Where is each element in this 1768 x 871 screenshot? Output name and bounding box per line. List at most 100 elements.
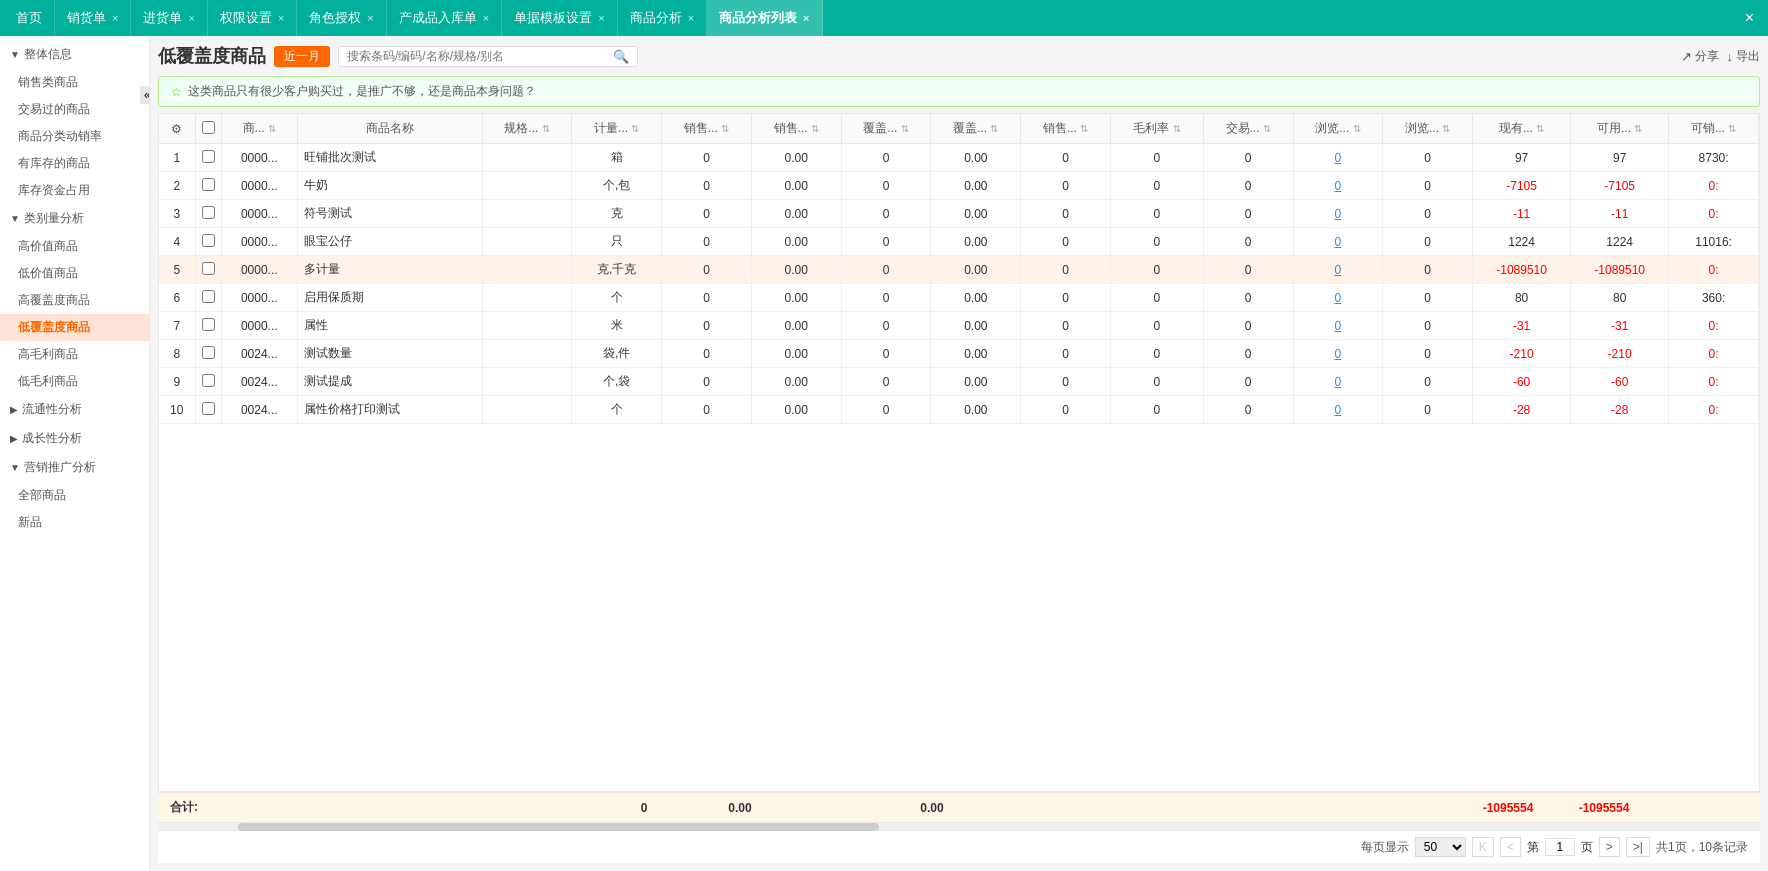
sidebar-item-low-coverage[interactable]: 低覆盖度商品 (0, 314, 149, 341)
row-browse1[interactable]: 0 (1293, 396, 1383, 424)
row-checkbox[interactable] (202, 318, 215, 331)
nav-tab-product-entry[interactable]: 产成品入库单 × (387, 0, 502, 36)
nav-tab-analysis-list[interactable]: 商品分析列表 × (707, 0, 822, 36)
prev-page-button[interactable]: < (1500, 837, 1521, 857)
export-button[interactable]: ↓ 导出 (1727, 48, 1761, 65)
sidebar-item-high-coverage[interactable]: 高覆盖度商品 (0, 287, 149, 314)
nav-tab-sales[interactable]: 销货单 × (55, 0, 131, 36)
sidebar-item-with-inventory[interactable]: 有库存的商品 (0, 150, 149, 177)
row-checkbox[interactable] (202, 206, 215, 219)
col-browse1[interactable]: 浏览... ⇅ (1293, 114, 1383, 144)
time-filter-button[interactable]: 近一月 (274, 46, 330, 67)
first-page-button[interactable]: K (1472, 837, 1494, 857)
row-browse1[interactable]: 0 (1293, 172, 1383, 200)
col-available[interactable]: 可用... ⇅ (1571, 114, 1669, 144)
select-all-checkbox[interactable] (202, 121, 215, 134)
sidebar-group-flow[interactable]: ▶ 流通性分析 (0, 395, 149, 424)
col-sales-amt[interactable]: 销售... ⇅ (751, 114, 841, 144)
row-checkbox[interactable] (202, 346, 215, 359)
close-all-tabs[interactable]: × (1735, 9, 1764, 27)
col-sales-count[interactable]: 销售... ⇅ (1021, 114, 1111, 144)
row-transaction: 0 (1203, 396, 1293, 424)
row-checkbox[interactable] (202, 150, 215, 163)
row-browse1[interactable]: 0 (1293, 144, 1383, 172)
row-checkbox[interactable] (202, 178, 215, 191)
col-spec[interactable]: 规格... ⇅ (482, 114, 572, 144)
nav-tab-template[interactable]: 单据模板设置 × (502, 0, 617, 36)
row-current-stock: -28 (1473, 396, 1571, 424)
share-button[interactable]: ↗ 分享 (1681, 48, 1719, 65)
row-gross-margin: 0 (1110, 312, 1203, 340)
close-sales-tab[interactable]: × (112, 12, 118, 24)
sidebar-item-low-value[interactable]: 低价值商品 (0, 260, 149, 287)
col-checkbox[interactable] (195, 114, 221, 144)
sidebar-item-all-goods[interactable]: 全部商品 (0, 482, 149, 509)
row-browse1[interactable]: 0 (1293, 284, 1383, 312)
col-gross-margin[interactable]: 毛利率 ⇅ (1110, 114, 1203, 144)
close-roles-tab[interactable]: × (367, 12, 373, 24)
close-analysis-list-tab[interactable]: × (803, 12, 809, 24)
close-template-tab[interactable]: × (598, 12, 604, 24)
row-available: -28 (1571, 396, 1669, 424)
row-checkbox[interactable] (202, 290, 215, 303)
row-coverage2: 0.00 (931, 340, 1021, 368)
sidebar-item-new-goods[interactable]: 新品 (0, 509, 149, 536)
nav-tab-roles[interactable]: 角色授权 × (297, 0, 386, 36)
row-checkbox[interactable] (202, 374, 215, 387)
sidebar-group-growth[interactable]: ▶ 成长性分析 (0, 424, 149, 453)
col-current-stock[interactable]: 现有... ⇅ (1473, 114, 1571, 144)
col-coverage1[interactable]: 覆盖... ⇅ (841, 114, 931, 144)
row-checkbox[interactable] (202, 262, 215, 275)
last-page-button[interactable]: >| (1626, 837, 1650, 857)
sidebar-group-category[interactable]: ▼ 类别量分析 (0, 204, 149, 233)
nav-tab-purchase[interactable]: 进货单 × (131, 0, 207, 36)
row-available: -7105 (1571, 172, 1669, 200)
search-input[interactable] (347, 49, 613, 63)
row-sales-count: 0 (1021, 368, 1111, 396)
sidebar-item-sales-goods[interactable]: 销售类商品 (0, 69, 149, 96)
close-product-entry-tab[interactable]: × (483, 12, 489, 24)
row-gross-margin: 0 (1110, 228, 1203, 256)
next-page-button[interactable]: > (1599, 837, 1620, 857)
row-coverage1: 0 (841, 396, 931, 424)
col-code[interactable]: 商... ⇅ (221, 114, 297, 144)
nav-tab-analysis[interactable]: 商品分析 × (618, 0, 707, 36)
page-size-select[interactable]: 50 100 200 (1415, 837, 1466, 857)
row-browse1[interactable]: 0 (1293, 312, 1383, 340)
col-sellable[interactable]: 可销... ⇅ (1669, 114, 1759, 144)
sidebar-item-high-profit[interactable]: 高毛利商品 (0, 341, 149, 368)
nav-tab-home[interactable]: 首页 (4, 0, 55, 36)
data-table-wrapper[interactable]: ⚙ 商... ⇅ 商品名称 规格... ⇅ 计量... ⇅ 销售... ⇅ 销售… (158, 113, 1760, 792)
row-available: 97 (1571, 144, 1669, 172)
close-permissions-tab[interactable]: × (278, 12, 284, 24)
row-browse1[interactable]: 0 (1293, 200, 1383, 228)
col-transaction[interactable]: 交易... ⇅ (1203, 114, 1293, 144)
row-browse1[interactable]: 0 (1293, 340, 1383, 368)
col-sales-qty[interactable]: 销售... ⇅ (662, 114, 752, 144)
sidebar-group-marketing[interactable]: ▼ 营销推广分析 (0, 453, 149, 482)
search-icon[interactable]: 🔍 (613, 49, 629, 64)
close-analysis-tab[interactable]: × (688, 12, 694, 24)
row-browse1[interactable]: 0 (1293, 228, 1383, 256)
sidebar-group-overall[interactable]: ▼ 整体信息 (0, 40, 149, 69)
page-number-input[interactable] (1545, 838, 1575, 856)
col-browse2[interactable]: 浏览... ⇅ (1383, 114, 1473, 144)
col-settings[interactable]: ⚙ (159, 114, 195, 144)
col-name[interactable]: 商品名称 (297, 114, 482, 144)
sidebar-item-category-turnover[interactable]: 商品分类动销率 (0, 123, 149, 150)
col-coverage2[interactable]: 覆盖... ⇅ (931, 114, 1021, 144)
horizontal-scrollbar[interactable] (158, 822, 1760, 830)
sidebar-item-high-value[interactable]: 高价值商品 (0, 233, 149, 260)
row-browse1[interactable]: 0 (1293, 256, 1383, 284)
sidebar-item-traded-goods[interactable]: 交易过的商品 (0, 96, 149, 123)
sidebar-item-inventory-capital[interactable]: 库存资金占用 (0, 177, 149, 204)
row-transaction: 0 (1203, 312, 1293, 340)
nav-tab-permissions[interactable]: 权限设置 × (208, 0, 297, 36)
sidebar-collapse-button[interactable]: « (140, 86, 150, 104)
row-checkbox[interactable] (202, 234, 215, 247)
sidebar-item-low-profit[interactable]: 低毛利商品 (0, 368, 149, 395)
row-checkbox[interactable] (202, 402, 215, 415)
close-purchase-tab[interactable]: × (188, 12, 194, 24)
col-unit[interactable]: 计量... ⇅ (572, 114, 662, 144)
row-browse1[interactable]: 0 (1293, 368, 1383, 396)
